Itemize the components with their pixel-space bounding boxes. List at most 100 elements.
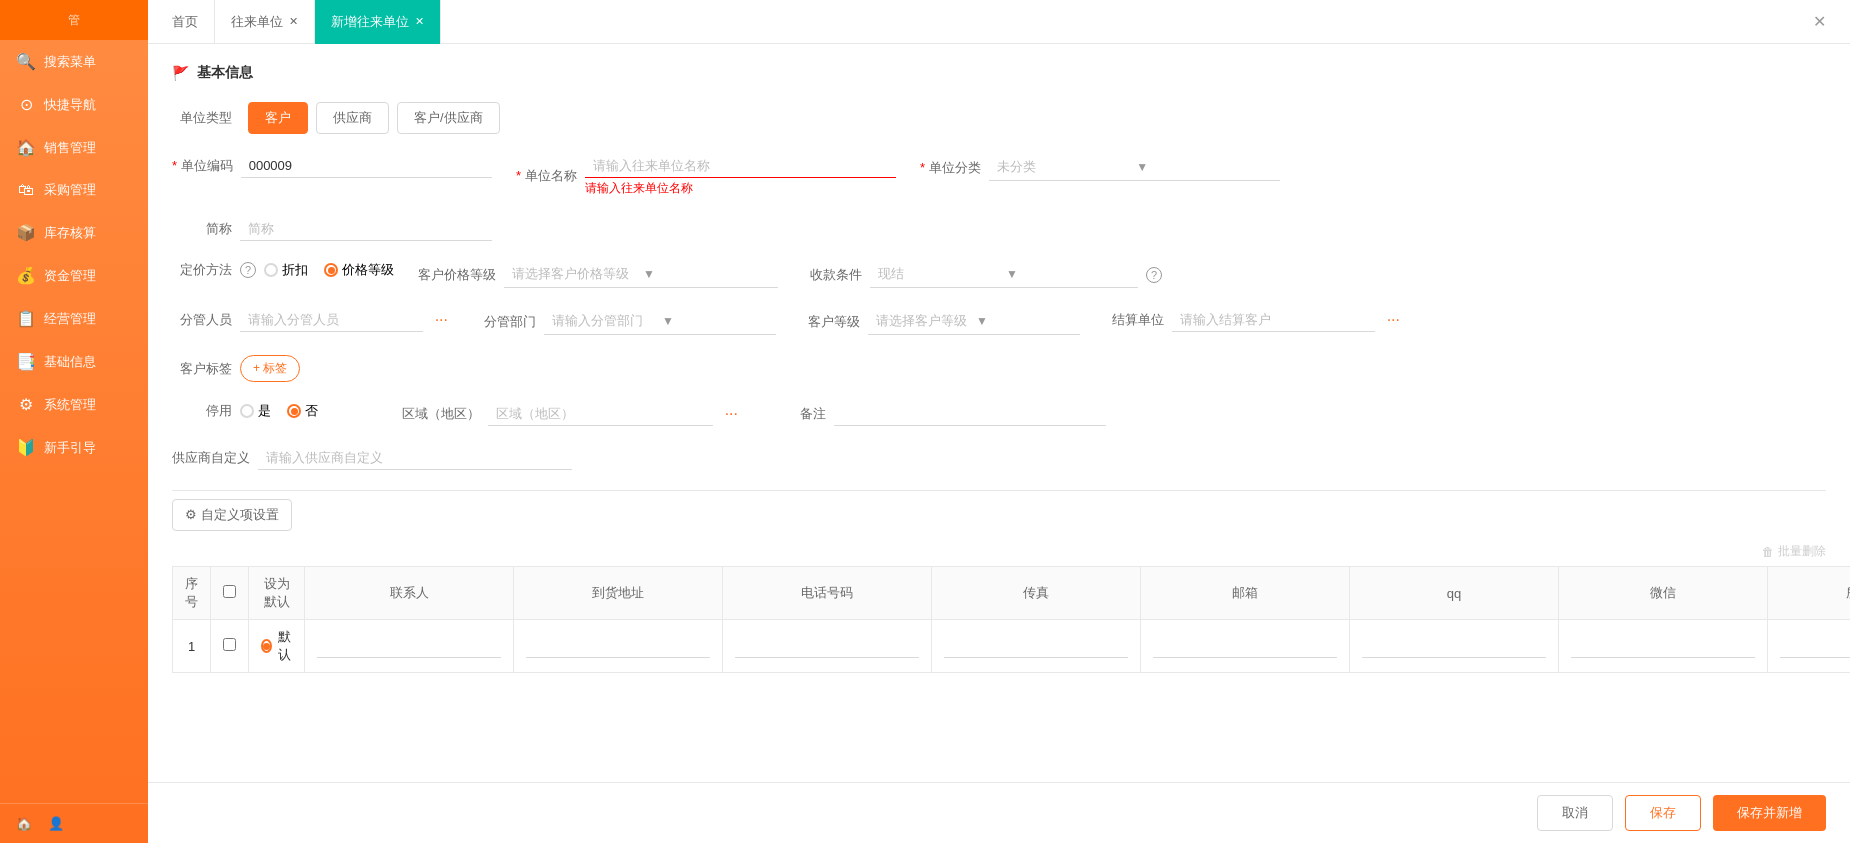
row-region: [1768, 620, 1851, 673]
remark-input[interactable]: [834, 402, 1106, 426]
add-tag-button[interactable]: + 标签: [240, 355, 300, 382]
tab-bar: 首页 往来单位 ✕ 新增往来单位 ✕ ✕: [148, 0, 1850, 44]
table-header-row: 序号 设为默认 联系人 到货地址 电话号码 传真 邮箱 qq 微信 所在地区 操…: [173, 567, 1851, 620]
unit-name-input[interactable]: [585, 154, 896, 178]
supplier-custom-input[interactable]: [258, 446, 572, 470]
settlement-unit-input[interactable]: [1172, 308, 1375, 332]
row-region-input[interactable]: [1780, 634, 1850, 658]
select-all-checkbox[interactable]: [223, 585, 236, 598]
settlement-unit-dots-btn[interactable]: ···: [1383, 311, 1404, 329]
chevron-down-icon: ▼: [1006, 267, 1130, 281]
custom-settings-button[interactable]: ⚙ 自定义项设置: [172, 499, 292, 531]
customer-price-level-select[interactable]: 请选择客户价格等级 ▼: [504, 261, 778, 288]
unit-code-input[interactable]: [241, 154, 492, 178]
unit-btn-customer[interactable]: 客户: [248, 102, 308, 134]
sidebar-home-icon[interactable]: 🏠: [16, 816, 32, 831]
radio-yes[interactable]: 是: [240, 402, 271, 420]
payment-condition-value: 现结: [878, 265, 1002, 283]
qq-input[interactable]: [1362, 634, 1546, 658]
chevron-down-icon: ▼: [976, 314, 1072, 328]
unit-category-select[interactable]: 未分类 ▼: [989, 154, 1280, 181]
sidebar-item-label: 搜索菜单: [44, 53, 96, 71]
customer-level-select[interactable]: 请选择客户等级 ▼: [868, 308, 1080, 335]
th-index: 序号: [173, 567, 211, 620]
region-input[interactable]: [488, 402, 713, 426]
sidebar-logo: 管: [0, 0, 148, 40]
save-new-button[interactable]: 保存并新增: [1713, 795, 1826, 831]
fax-input[interactable]: [944, 634, 1128, 658]
money-icon: 💰: [16, 266, 36, 285]
tab-partner[interactable]: 往来单位 ✕: [215, 0, 315, 44]
sidebar-item-finance[interactable]: 💰 资金管理: [0, 254, 148, 297]
payment-condition-select[interactable]: 现结 ▼: [870, 261, 1138, 288]
customer-price-level-placeholder: 请选择客户价格等级: [512, 265, 639, 283]
tab-new-partner[interactable]: 新增往来单位 ✕: [315, 0, 441, 44]
sidebar-user-icon[interactable]: 👤: [48, 816, 64, 831]
supplier-custom-row: 供应商自定义: [172, 446, 1826, 470]
radio-no-circle: [287, 404, 301, 418]
manager-field: 分管人员 ···: [172, 308, 452, 332]
sidebar-item-label: 销售管理: [44, 139, 96, 157]
code-name-category-row: 单位编码 单位名称 请输入往来单位名称 单位分类 未分类 ▼: [172, 154, 1826, 197]
tab-home[interactable]: 首页: [156, 0, 215, 44]
sidebar-item-guide[interactable]: 🔰 新手引导: [0, 426, 148, 469]
unit-btn-both[interactable]: 客户/供应商: [397, 102, 500, 134]
tab-bar-close[interactable]: ✕: [1797, 12, 1842, 31]
flag-icon: 🚩: [172, 65, 189, 81]
radio-price-level-circle: [324, 263, 338, 277]
payment-help-icon[interactable]: ?: [1146, 267, 1162, 283]
guide-icon: 🔰: [16, 438, 36, 457]
radio-discount[interactable]: 折扣: [264, 261, 308, 279]
sidebar-item-purchase[interactable]: 🛍 采购管理: [0, 169, 148, 211]
tab-new-partner-close[interactable]: ✕: [415, 15, 424, 28]
department-field: 分管部门 请输入分管部门 ▼: [476, 308, 776, 335]
tab-new-partner-label: 新增往来单位: [331, 13, 409, 31]
disabled-label: 停用: [172, 402, 232, 420]
th-email: 邮箱: [1141, 567, 1350, 620]
department-select[interactable]: 请输入分管部门 ▼: [544, 308, 776, 335]
row-fax: [932, 620, 1141, 673]
sidebar-item-quick-nav[interactable]: ⊙ 快捷导航: [0, 83, 148, 126]
row-phone: [723, 620, 932, 673]
sidebar: 管 🔍 搜索菜单 ⊙ 快捷导航 🏠 销售管理 🛍 采购管理 📦 库存核算 💰 资…: [0, 0, 148, 843]
region-label: 区域（地区）: [402, 405, 480, 423]
row-checkbox-cell: [211, 620, 249, 673]
sidebar-item-system[interactable]: ⚙ 系统管理: [0, 383, 148, 426]
sidebar-item-label: 采购管理: [44, 181, 96, 199]
phone-input[interactable]: [735, 634, 919, 658]
sidebar-item-inventory[interactable]: 📦 库存核算: [0, 211, 148, 254]
radio-price-level[interactable]: 价格等级: [324, 261, 394, 279]
row-checkbox[interactable]: [223, 638, 236, 651]
save-button[interactable]: 保存: [1625, 795, 1701, 831]
sidebar-item-operations[interactable]: 📋 经营管理: [0, 297, 148, 340]
region-dots-btn[interactable]: ···: [721, 405, 742, 423]
email-input[interactable]: [1153, 634, 1337, 658]
short-name-input[interactable]: [240, 217, 492, 241]
unit-btn-supplier[interactable]: 供应商: [316, 102, 389, 134]
pricing-help-icon[interactable]: ?: [240, 262, 256, 278]
region-field: 区域（地区） ···: [402, 402, 742, 426]
tags-row: 客户标签 + 标签: [172, 355, 1826, 382]
wechat-input[interactable]: [1571, 634, 1755, 658]
unit-type-group: 客户 供应商 客户/供应商: [248, 102, 500, 134]
sidebar-item-search[interactable]: 🔍 搜索菜单: [0, 40, 148, 83]
row-address: [514, 620, 723, 673]
manager-dots-btn[interactable]: ···: [431, 311, 452, 329]
sidebar-item-basic-info[interactable]: 📑 基础信息: [0, 340, 148, 383]
th-contact: 联系人: [305, 567, 514, 620]
row-index: 1: [173, 620, 211, 673]
batch-delete[interactable]: 🗑 批量删除: [172, 543, 1826, 560]
settlement-unit-field: 结算单位 ···: [1104, 308, 1404, 332]
manager-row: 分管人员 ··· 分管部门 请输入分管部门 ▼ 客户等级 请选择客户等级 ▼ 结…: [172, 308, 1826, 335]
address-input[interactable]: [526, 634, 710, 658]
row-default-radio[interactable]: 默认: [261, 628, 292, 664]
cancel-button[interactable]: 取消: [1537, 795, 1613, 831]
divider: [172, 490, 1826, 491]
sidebar-item-sales[interactable]: 🏠 销售管理: [0, 126, 148, 169]
row-wechat: [1559, 620, 1768, 673]
radio-no[interactable]: 否: [287, 402, 318, 420]
tab-partner-close[interactable]: ✕: [289, 15, 298, 28]
manager-input[interactable]: [240, 308, 423, 332]
payment-condition-field: 收款条件 现结 ▼ ?: [802, 261, 1162, 288]
contact-input[interactable]: [317, 634, 501, 658]
